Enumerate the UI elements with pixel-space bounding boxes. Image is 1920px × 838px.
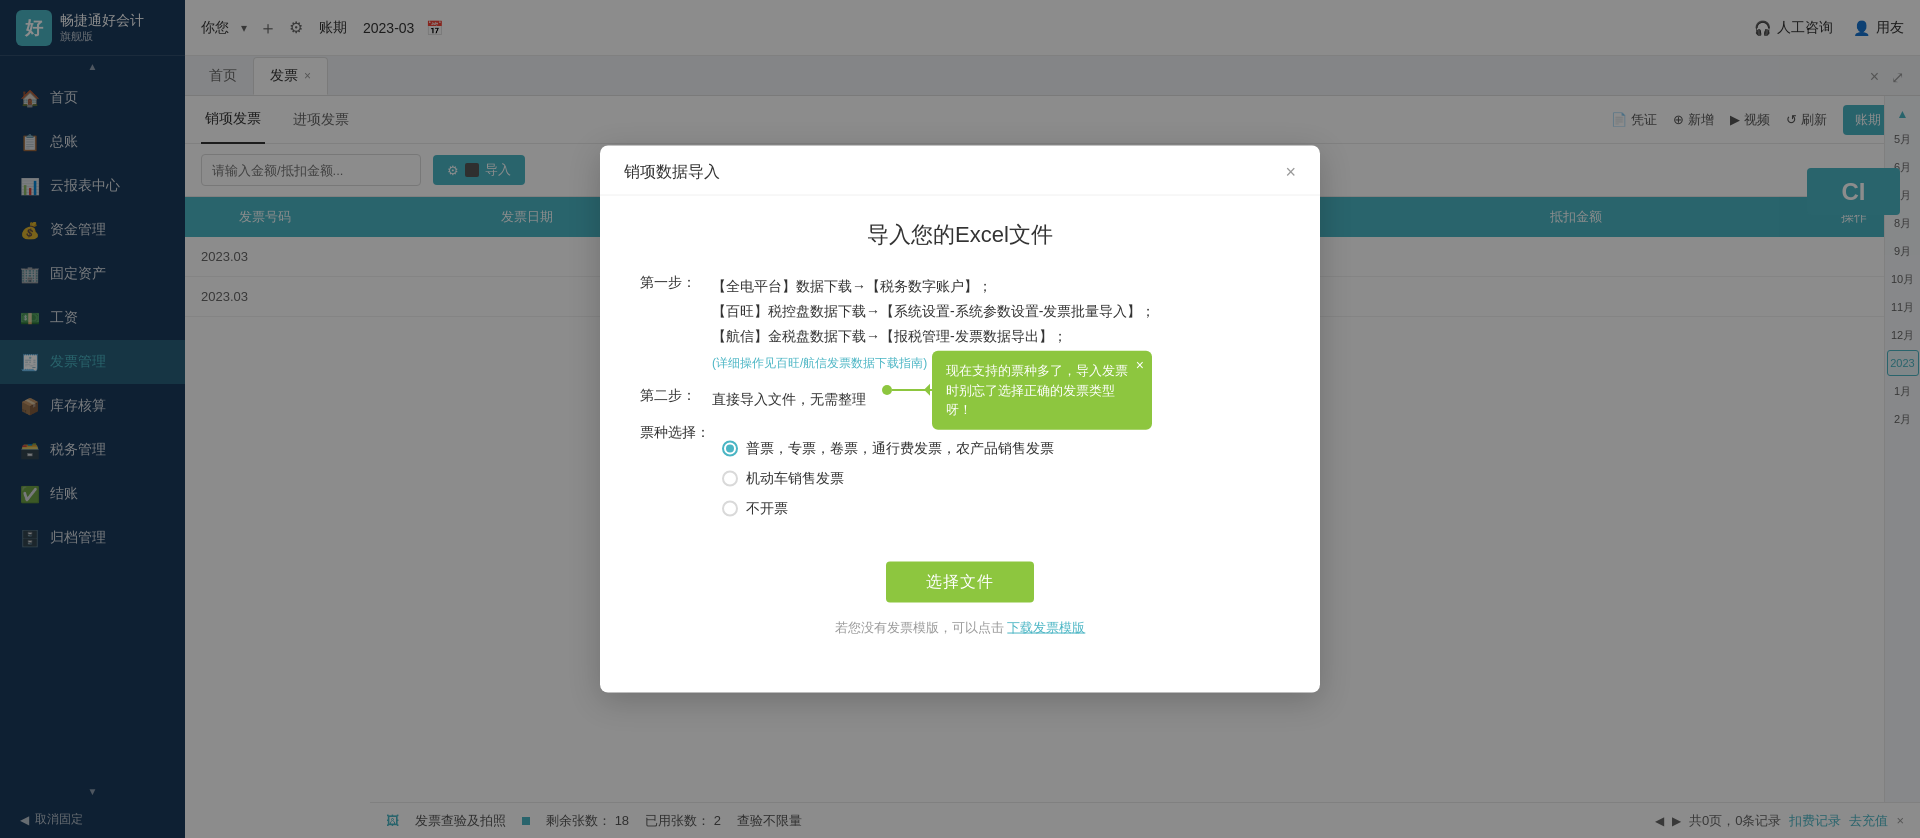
radio-motor[interactable]	[722, 470, 738, 486]
radio-none[interactable]	[722, 500, 738, 516]
ticket-row: 票种选择： 普票，专票，卷票，通行费发票，农产品销售发票 机动车销售发票 不开票	[640, 423, 1280, 537]
step1-line3: 【航信】金税盘数据下载→【报税管理-发票数据导出】；	[712, 324, 1155, 349]
modal-header: 销项数据导入 ×	[600, 146, 1320, 196]
tooltip-text: 现在支持的票种多了，导入发票时别忘了选择正确的发票类型呀！	[946, 363, 1128, 417]
detail-link[interactable]: (详细操作见百旺/航信发票数据下载指南)	[712, 355, 927, 369]
download-template-link[interactable]: 下载发票模版	[1007, 619, 1085, 634]
radio-item-normal[interactable]: 普票，专票，卷票，通行费发票，农产品销售发票	[722, 439, 1054, 457]
step1-label: 第一步：	[640, 274, 700, 375]
modal-title: 销项数据导入	[624, 162, 720, 183]
step1-line1: 【全电平台】数据下载→【税务数字账户】；	[712, 274, 1155, 299]
step1-line2: 【百旺】税控盘数据下载→【系统设置-系统参数设置-发票批量导入】；	[712, 299, 1155, 324]
ticket-label: 票种选择：	[640, 423, 710, 537]
radio-group: 普票，专票，卷票，通行费发票，农产品销售发票 机动车销售发票 不开票	[722, 439, 1054, 529]
step2-content: 直接导入文件，无需整理	[712, 386, 866, 411]
step2-label: 第二步：	[640, 386, 700, 411]
radio-item-motor[interactable]: 机动车销售发票	[722, 469, 1054, 487]
select-file-button[interactable]: 选择文件	[886, 561, 1034, 602]
modal-main-title: 导入您的Excel文件	[640, 220, 1280, 250]
modal-close-button[interactable]: ×	[1285, 162, 1296, 183]
radio-item-none[interactable]: 不开票	[722, 499, 1054, 517]
tooltip-dot	[882, 385, 892, 395]
radio-normal[interactable]	[722, 440, 738, 456]
tooltip-close-icon[interactable]: ×	[1136, 355, 1144, 376]
tooltip-bubble: × 现在支持的票种多了，导入发票时别忘了选择正确的发票类型呀！	[932, 351, 1152, 430]
modal-footer: 若您没有发票模版，可以点击 下载发票模版	[640, 618, 1280, 636]
